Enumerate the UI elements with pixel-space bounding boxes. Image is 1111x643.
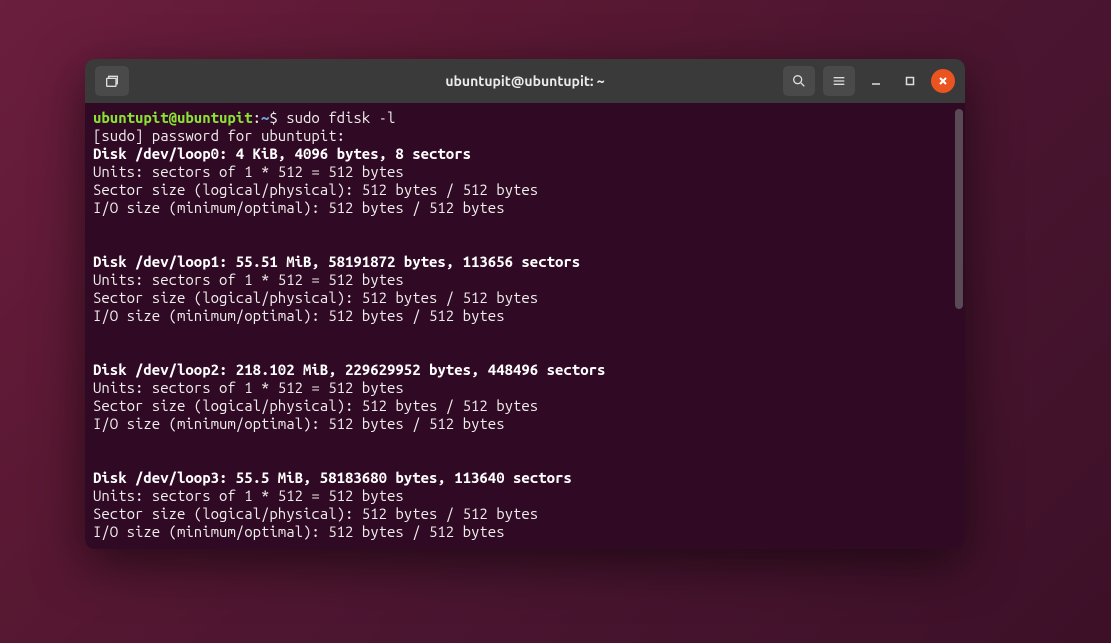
minimize-button[interactable] — [863, 68, 889, 94]
disk-io: I/O size (minimum/optimal): 512 bytes / … — [93, 199, 957, 217]
disk-header: Disk /dev/loop3: 55.5 MiB, 58183680 byte… — [93, 469, 957, 487]
maximize-button[interactable] — [897, 68, 923, 94]
window-title: ubuntupit@ubuntupit: ~ — [445, 73, 604, 89]
disk-units: Units: sectors of 1 * 512 = 512 bytes — [93, 379, 957, 397]
search-button[interactable] — [783, 66, 815, 96]
scrollbar-thumb[interactable] — [955, 109, 963, 309]
blank-line — [93, 433, 957, 451]
menu-button[interactable] — [823, 66, 855, 96]
terminal-window: ubuntupit@ubuntupit: ~ — [85, 59, 965, 549]
prompt-dollar: $ — [269, 109, 286, 126]
disk-io: I/O size (minimum/optimal): 512 bytes / … — [93, 307, 957, 325]
titlebar[interactable]: ubuntupit@ubuntupit: ~ — [85, 59, 965, 103]
disk-header: Disk /dev/loop0: 4 KiB, 4096 bytes, 8 se… — [93, 145, 957, 163]
disk-sector: Sector size (logical/physical): 512 byte… — [93, 289, 957, 307]
blank-line — [93, 217, 957, 235]
command-text: sudo fdisk -l — [286, 109, 395, 126]
disk-io: I/O size (minimum/optimal): 512 bytes / … — [93, 523, 957, 541]
disk-units: Units: sectors of 1 * 512 = 512 bytes — [93, 271, 957, 289]
close-icon — [937, 75, 949, 87]
prompt-line: ubuntupit@ubuntupit:~$ sudo fdisk -l — [93, 109, 957, 127]
disk-header: Disk /dev/loop1: 55.51 MiB, 58191872 byt… — [93, 253, 957, 271]
blank-line — [93, 325, 957, 343]
blank-line — [93, 235, 957, 253]
prompt-user-host: ubuntupit@ubuntupit — [93, 109, 253, 126]
new-tab-icon — [104, 73, 120, 89]
search-icon — [791, 73, 807, 89]
new-tab-button[interactable] — [95, 66, 129, 96]
disk-sector: Sector size (logical/physical): 512 byte… — [93, 505, 957, 523]
maximize-icon — [904, 75, 916, 87]
titlebar-right-group — [783, 66, 955, 96]
disk-sector: Sector size (logical/physical): 512 byte… — [93, 397, 957, 415]
hamburger-icon — [831, 73, 847, 89]
terminal-content[interactable]: ubuntupit@ubuntupit:~$ sudo fdisk -l [su… — [85, 103, 965, 549]
close-button[interactable] — [931, 69, 955, 93]
prompt-colon: : — [253, 109, 261, 126]
disk-units: Units: sectors of 1 * 512 = 512 bytes — [93, 163, 957, 181]
disk-sector: Sector size (logical/physical): 512 byte… — [93, 181, 957, 199]
blank-line — [93, 343, 957, 361]
minimize-icon — [870, 75, 882, 87]
sudo-password-line: [sudo] password for ubuntupit: — [93, 127, 957, 145]
disk-units: Units: sectors of 1 * 512 = 512 bytes — [93, 487, 957, 505]
disk-io: I/O size (minimum/optimal): 512 bytes / … — [93, 415, 957, 433]
blank-line — [93, 451, 957, 469]
disk-header: Disk /dev/loop2: 218.102 MiB, 229629952 … — [93, 361, 957, 379]
